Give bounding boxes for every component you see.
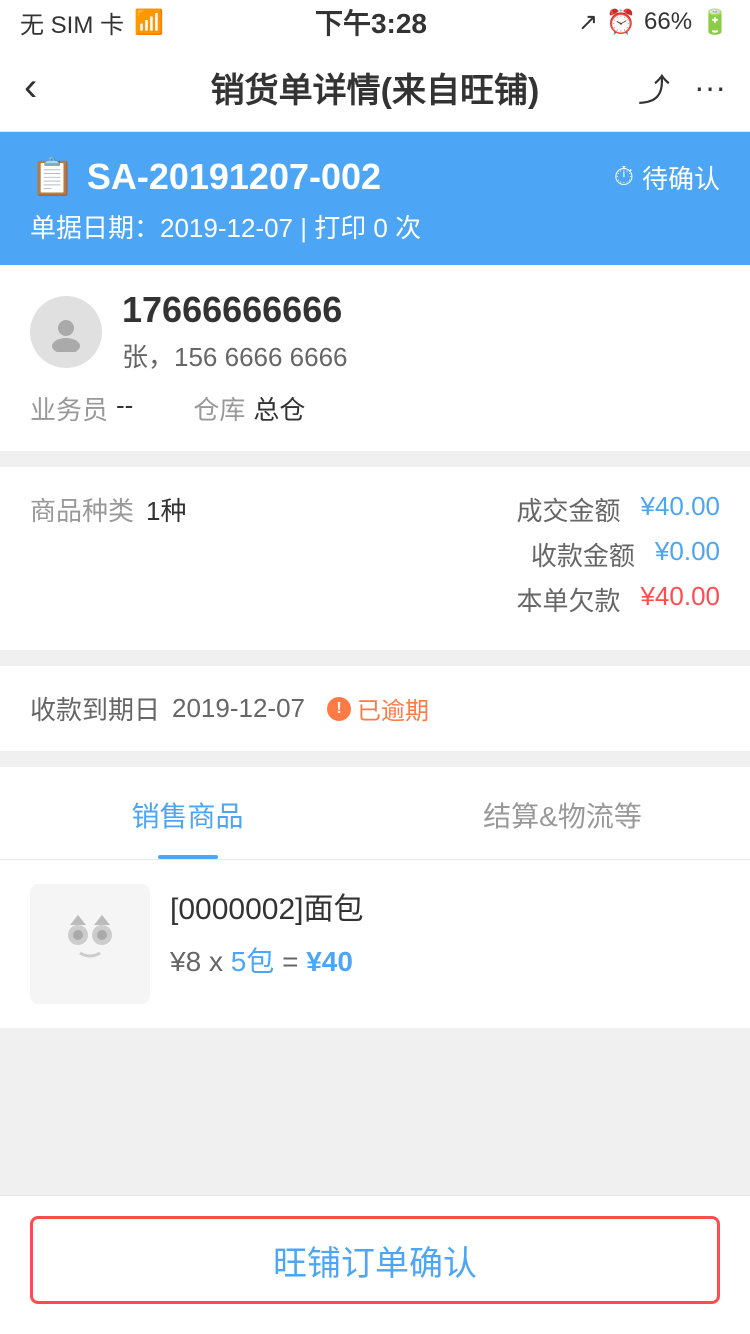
product-thumb-icon xyxy=(50,899,130,989)
amount-label-0: 成交金额 xyxy=(516,491,620,528)
overdue-text: 已逾期 xyxy=(357,691,429,726)
due-date-value: 2019-12-07 xyxy=(172,693,305,724)
warehouse-item: 仓库 总仓 xyxy=(193,390,305,427)
customer-name: 张，156 6666 6666 xyxy=(122,337,348,374)
customer-section: 17666666666 张，156 6666 6666 业务员 -- 仓库 总仓 xyxy=(0,265,750,451)
tabs-row: 销售商品 结算&物流等 xyxy=(0,767,750,860)
amount-value-2: ¥40.00 xyxy=(640,581,720,618)
summary-amounts: 成交金额 ¥40.00 收款金额 ¥0.00 本单欠款 ¥40.00 xyxy=(516,491,720,626)
order-status-text: 待确认 xyxy=(642,159,720,196)
table-row: [0000002]面包 ¥8 x 5包 = ¥40 xyxy=(30,884,720,1004)
product-list: [0000002]面包 ¥8 x 5包 = ¥40 xyxy=(0,860,750,1028)
goods-type-value: 1种 xyxy=(146,491,186,528)
amount-value-0: ¥40.00 xyxy=(640,491,720,528)
price-total: ¥40 xyxy=(306,946,353,977)
tab-settlement[interactable]: 结算&物流等 xyxy=(375,767,750,859)
tab-sales-goods[interactable]: 销售商品 xyxy=(0,767,375,859)
goods-type-label: 商品种类 xyxy=(30,491,134,528)
salesperson-label: 业务员 xyxy=(30,390,108,427)
order-icon: 📋 xyxy=(30,156,75,198)
clock-icon: ⏱ xyxy=(614,161,634,193)
page-title: 销货单详情(来自旺铺) xyxy=(211,63,540,112)
nav-right-actions: ⤴ ··· xyxy=(638,65,726,111)
warehouse-value: 总仓 xyxy=(253,390,305,427)
more-button[interactable]: ··· xyxy=(694,69,726,106)
price-unit: ¥8 xyxy=(170,946,201,977)
price-x: x xyxy=(209,946,231,977)
salesperson-item: 业务员 -- xyxy=(30,390,133,427)
order-date: 单据日期：2019-12-07 | 打印 0 次 xyxy=(30,208,720,245)
order-status: ⏱ 待确认 xyxy=(614,159,720,196)
order-header-banner: 📋 SA-20191207-002 ⏱ 待确认 单据日期：2019-12-07 … xyxy=(0,132,750,265)
customer-row: 17666666666 张，156 6666 6666 xyxy=(30,289,720,374)
due-date-section: 收款到期日 2019-12-07 ! 已逾期 xyxy=(0,666,750,751)
alarm-icon: ⏰ xyxy=(606,8,636,37)
status-right: ↗ ⏰ 66% 🔋 xyxy=(578,8,730,37)
order-id-text: SA-20191207-002 xyxy=(87,156,381,198)
product-thumbnail xyxy=(30,884,150,1004)
order-id-row: 📋 SA-20191207-002 ⏱ 待确认 xyxy=(30,156,720,198)
overdue-badge: ! 已逾期 xyxy=(327,691,429,726)
battery-text: 66% xyxy=(644,8,692,36)
wifi-icon: 📶 xyxy=(134,8,164,37)
product-name: [0000002]面包 xyxy=(170,884,720,928)
status-bar: 无 SIM 卡 📶 下午3:28 ↗ ⏰ 66% 🔋 xyxy=(0,0,750,44)
status-time: 下午3:28 xyxy=(315,2,427,42)
price-eq: = xyxy=(282,946,306,977)
summary-left: 商品种类 1种 xyxy=(30,491,186,532)
summary-section: 商品种类 1种 成交金额 ¥40.00 收款金额 ¥0.00 本单欠款 ¥40.… xyxy=(0,467,750,650)
nav-bar: ‹ 销货单详情(来自旺铺) ⤴ ··· xyxy=(0,44,750,132)
confirm-order-button[interactable]: 旺铺订单确认 xyxy=(30,1216,720,1304)
tabs-section: 销售商品 结算&物流等 xyxy=(0,767,750,1028)
location-icon: ↗ xyxy=(578,8,598,37)
warehouse-label: 仓库 xyxy=(193,390,245,427)
no-sim-text: 无 SIM 卡 xyxy=(20,5,124,40)
overdue-icon: ! xyxy=(327,697,351,721)
bottom-action-bar: 旺铺订单确认 xyxy=(0,1195,750,1334)
customer-phone: 17666666666 xyxy=(122,289,348,331)
share-button[interactable]: ⤴ xyxy=(638,65,670,111)
avatar xyxy=(30,296,102,368)
amount-row-1: 收款金额 ¥0.00 xyxy=(516,536,720,573)
battery-icon: 🔋 xyxy=(700,8,730,37)
confirm-order-label: 旺铺订单确认 xyxy=(273,1236,477,1285)
status-left: 无 SIM 卡 📶 xyxy=(20,5,164,40)
customer-meta: 业务员 -- 仓库 总仓 xyxy=(30,390,720,427)
customer-info: 17666666666 张，156 6666 6666 xyxy=(122,289,348,374)
tab-settlement-label: 结算&物流等 xyxy=(483,801,642,832)
product-price: ¥8 x 5包 = ¥40 xyxy=(170,940,720,980)
amount-value-1: ¥0.00 xyxy=(655,536,720,573)
amount-row-0: 成交金额 ¥40.00 xyxy=(516,491,720,528)
salesperson-value: -- xyxy=(116,390,133,427)
amount-label-1: 收款金额 xyxy=(531,536,635,573)
amount-label-2: 本单欠款 xyxy=(516,581,620,618)
order-id: 📋 SA-20191207-002 xyxy=(30,156,381,198)
product-info: [0000002]面包 ¥8 x 5包 = ¥40 xyxy=(170,884,720,980)
due-date-label: 收款到期日 xyxy=(30,690,160,727)
back-button[interactable]: ‹ xyxy=(24,65,84,110)
goods-type-item: 商品种类 1种 xyxy=(30,491,186,528)
amount-row-2: 本单欠款 ¥40.00 xyxy=(516,581,720,618)
price-qty: 5包 xyxy=(231,946,275,977)
tab-sales-goods-label: 销售商品 xyxy=(131,801,243,832)
